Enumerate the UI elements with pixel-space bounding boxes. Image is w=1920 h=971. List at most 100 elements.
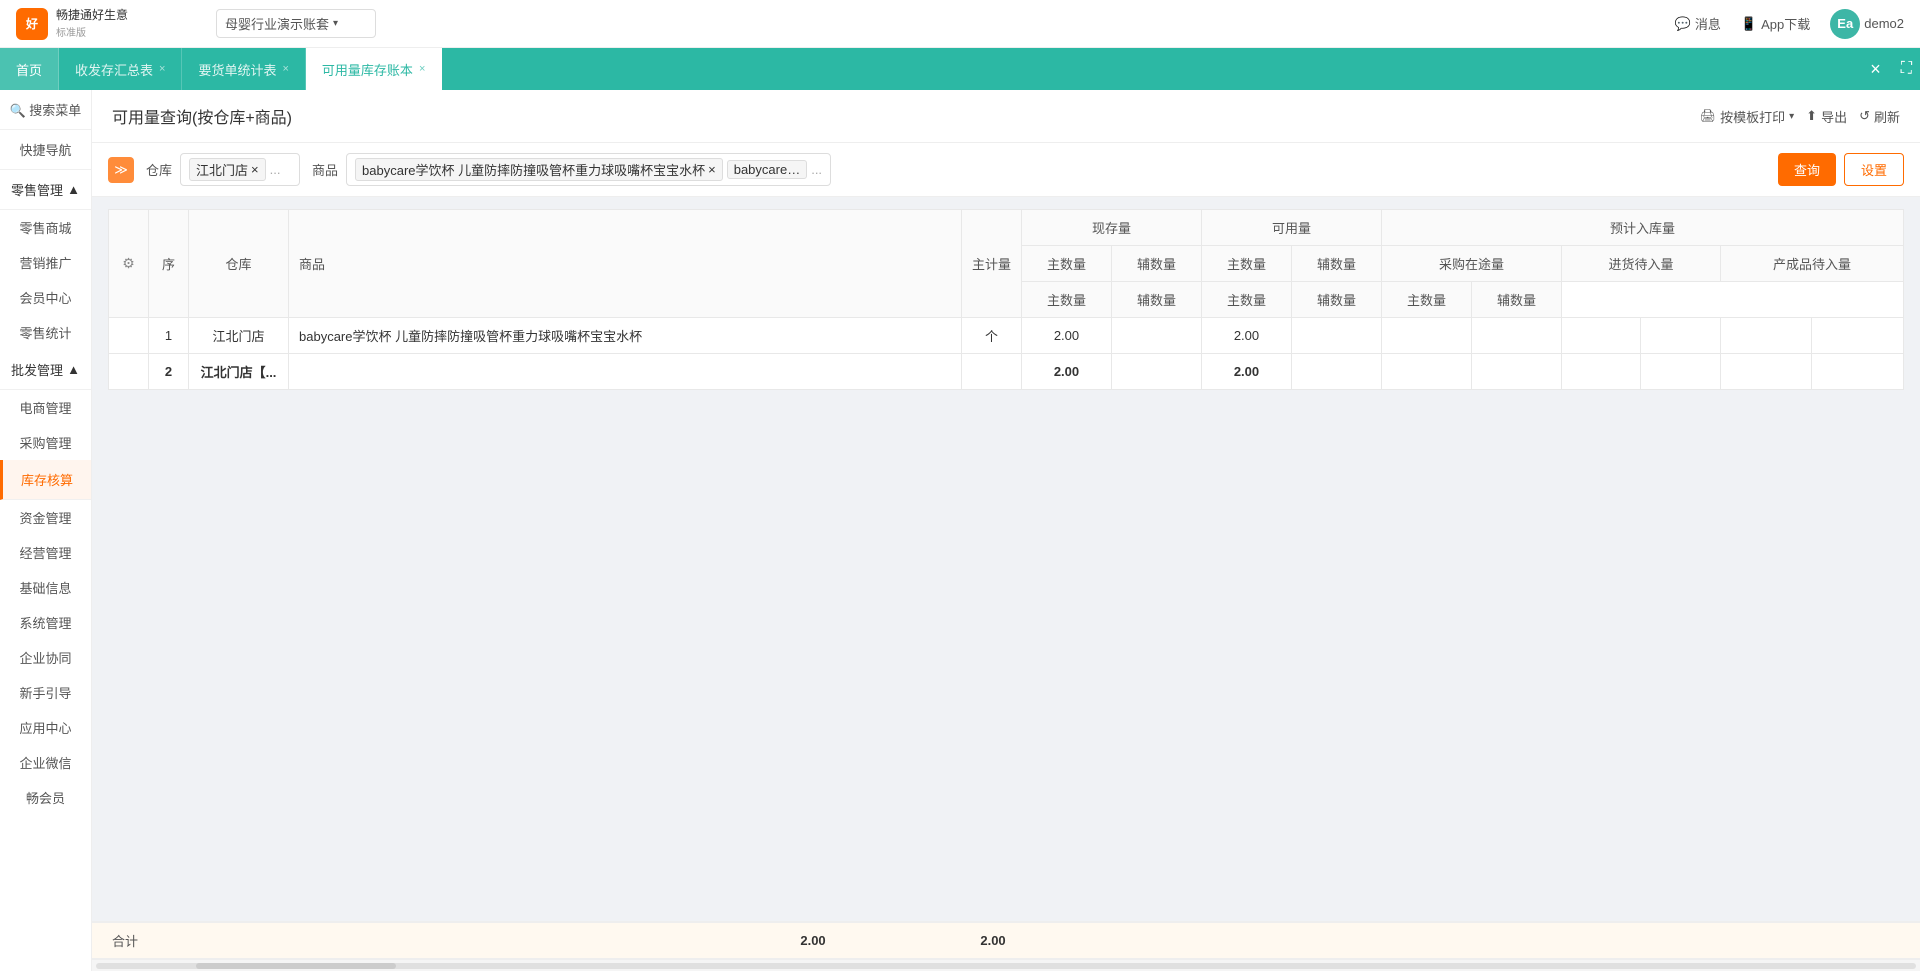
goods-label: 商品	[312, 160, 338, 179]
th-inbound-group: 进货待入量	[1561, 246, 1720, 282]
scroll-area[interactable]	[92, 959, 1920, 971]
tab-order-close[interactable]: ×	[282, 63, 288, 75]
warehouse-more[interactable]: ...	[270, 162, 281, 177]
scroll-thumb[interactable]	[196, 963, 396, 969]
sidebar-item-wholesale-mgmt[interactable]: 批发管理 ▲	[0, 350, 91, 390]
row1-stock-main: 2.00	[1021, 318, 1111, 354]
table-container: ⚙ 序 仓库 商品 主计量	[92, 197, 1920, 921]
sidebar-item-retail-mall[interactable]: 零售商城	[0, 210, 91, 245]
goods-more[interactable]: ...	[811, 162, 822, 177]
warehouse-tags[interactable]: 江北门店 × ...	[180, 153, 300, 186]
sidebar-item-enterprise[interactable]: 企业协同	[0, 640, 91, 675]
quick-nav[interactable]: 快捷导航	[0, 130, 91, 170]
filter-actions: 查询 设置	[1778, 153, 1904, 186]
tab-avail-close[interactable]: ×	[419, 63, 425, 75]
row1-no: 1	[149, 318, 189, 354]
sidebar-item-inventory[interactable]: 库存核算	[0, 460, 91, 500]
main-layout: 🔍 搜索菜单 快捷导航 零售管理 ▲ 零售商城 营销推广 会员中心 零售统计 批…	[0, 90, 1920, 971]
message-btn[interactable]: 💬 消息	[1675, 14, 1721, 33]
sidebar-item-operations[interactable]: 经营管理	[0, 535, 91, 570]
message-icon: 💬	[1675, 16, 1691, 32]
print-label: 按模板打印	[1720, 107, 1785, 126]
tabs-spacer	[442, 48, 1858, 90]
row2-goods	[289, 354, 962, 390]
filter-toggle-btn[interactable]: ≫	[108, 157, 134, 183]
tab-collection-summary[interactable]: 收发存汇总表 ×	[59, 48, 182, 90]
page-actions: 🖨 按模板打印 ▾ ⬆ 导出 ↺ 刷新	[1700, 107, 1900, 126]
scroll-track	[96, 963, 1916, 969]
sidebar-item-ecommerce[interactable]: 电商管理	[0, 390, 91, 425]
user-profile[interactable]: Ea demo2	[1830, 9, 1904, 39]
row2-product-sub	[1812, 354, 1904, 390]
row1-stock-sub	[1111, 318, 1201, 354]
row2-inbound-sub	[1641, 354, 1721, 390]
goods-tag1-close[interactable]: ×	[708, 162, 716, 177]
print-btn[interactable]: 🖨 按模板打印 ▾	[1700, 107, 1795, 126]
sidebar-item-finance[interactable]: 资金管理	[0, 500, 91, 535]
inventory-label: 库存核算	[21, 470, 73, 489]
th-no: 序	[149, 210, 189, 318]
th-product-main: 主数量	[1381, 282, 1471, 318]
nav-tabs-bar: 首页 收发存汇总表 × 要货单统计表 × 可用量库存账本 × × ⛶	[0, 48, 1920, 90]
page-title-row: 可用量查询(按仓库+商品) 🖨 按模板打印 ▾ ⬆ 导出 ↺ 刷新	[112, 104, 1900, 128]
fullscreen-btn[interactable]: ⛶	[1893, 48, 1920, 90]
sidebar-search[interactable]: 🔍 搜索菜单	[0, 90, 91, 130]
chevron-icon: ▲	[67, 182, 80, 197]
sidebar-item-app-center[interactable]: 应用中心	[0, 710, 91, 745]
export-label: 导出	[1821, 107, 1847, 126]
logo-sub: 标准版	[56, 24, 128, 39]
top-bar-right: 💬 消息 📱 App下载 Ea demo2	[1675, 9, 1904, 39]
sidebar-item-retail-stats[interactable]: 零售统计	[0, 315, 91, 350]
row1-purchase-main	[1381, 318, 1471, 354]
sidebar-item-member2[interactable]: 畅会员	[0, 780, 91, 815]
avatar: Ea	[1830, 9, 1860, 39]
quick-nav-label: 快捷导航	[19, 143, 71, 158]
sidebar-item-retail-mgmt[interactable]: 零售管理 ▲	[0, 170, 91, 210]
sidebar-item-wechat[interactable]: 企业微信	[0, 745, 91, 780]
warehouse-tag-label: 江北门店	[196, 160, 248, 179]
close-tab-btn[interactable]: ×	[1858, 48, 1893, 90]
row2-product-main	[1720, 354, 1811, 390]
gear-icon[interactable]: ⚙	[122, 255, 135, 271]
warehouse-filter: 仓库 江北门店 × ...	[146, 153, 300, 186]
sidebar-item-purchase[interactable]: 采购管理	[0, 425, 91, 460]
goods-tag1[interactable]: babycare学饮杯 儿童防摔防撞吸管杯重力球吸嘴杯宝宝水杯 ×	[355, 158, 723, 181]
sidebar-item-basic-info[interactable]: 基础信息	[0, 570, 91, 605]
goods-tag2[interactable]: babycare…	[727, 160, 807, 179]
tab-order-stats[interactable]: 要货单统计表 ×	[182, 48, 305, 90]
setting-button[interactable]: 设置	[1844, 153, 1904, 186]
row1-goods: babycare学饮杯 儿童防摔防撞吸管杯重力球吸嘴杯宝宝水杯	[289, 318, 962, 354]
tab-home[interactable]: 首页	[0, 48, 59, 90]
sidebar-item-system[interactable]: 系统管理	[0, 605, 91, 640]
th-product-group: 产成品待入量	[1720, 246, 1903, 282]
export-btn[interactable]: ⬆ 导出	[1806, 107, 1847, 126]
sidebar-item-member[interactable]: 会员中心	[0, 280, 91, 315]
page-title: 可用量查询(按仓库+商品)	[112, 104, 292, 128]
th-settings[interactable]: ⚙	[109, 210, 149, 318]
warehouse-tag[interactable]: 江北门店 ×	[189, 158, 266, 181]
row2-warehouse: 江北门店【...	[189, 354, 289, 390]
sidebar-item-marketing[interactable]: 营销推广	[0, 245, 91, 280]
tab-available-stock[interactable]: 可用量库存账本 ×	[306, 48, 442, 90]
app-download-btn[interactable]: 📱 App下载	[1741, 14, 1810, 33]
row1-inbound-main	[1561, 318, 1640, 354]
goods-filter: 商品 babycare学饮杯 儿童防摔防撞吸管杯重力球吸嘴杯宝宝水杯 × bab…	[312, 153, 831, 186]
row1-unit: 个	[961, 318, 1021, 354]
goods-tag1-label: babycare学饮杯 儿童防摔防撞吸管杯重力球吸嘴杯宝宝水杯	[362, 160, 705, 179]
account-dropdown[interactable]: 母婴行业演示账套 ▾	[216, 9, 376, 38]
warehouse-tag-close[interactable]: ×	[251, 162, 259, 177]
tab-collection-close[interactable]: ×	[159, 63, 165, 75]
refresh-btn[interactable]: ↺ 刷新	[1859, 107, 1900, 126]
row1-product-main	[1720, 318, 1811, 354]
th-goods: 商品	[289, 210, 962, 318]
query-button[interactable]: 查询	[1778, 153, 1836, 186]
filter-bar: ≫ 仓库 江北门店 × ... 商品 babycare学饮杯 儿童防摔防撞吸管杯…	[92, 143, 1920, 197]
row2-no: 2	[149, 354, 189, 390]
tab-collection-label: 收发存汇总表	[75, 60, 153, 79]
sidebar-item-newbie[interactable]: 新手引导	[0, 675, 91, 710]
avatar-text: Ea	[1837, 16, 1853, 31]
goods-tags[interactable]: babycare学饮杯 儿童防摔防撞吸管杯重力球吸嘴杯宝宝水杯 × babyca…	[346, 153, 831, 186]
print-chevron: ▾	[1789, 111, 1794, 122]
footer-avail-main: 2.00	[948, 933, 1038, 948]
export-icon: ⬆	[1806, 108, 1817, 124]
